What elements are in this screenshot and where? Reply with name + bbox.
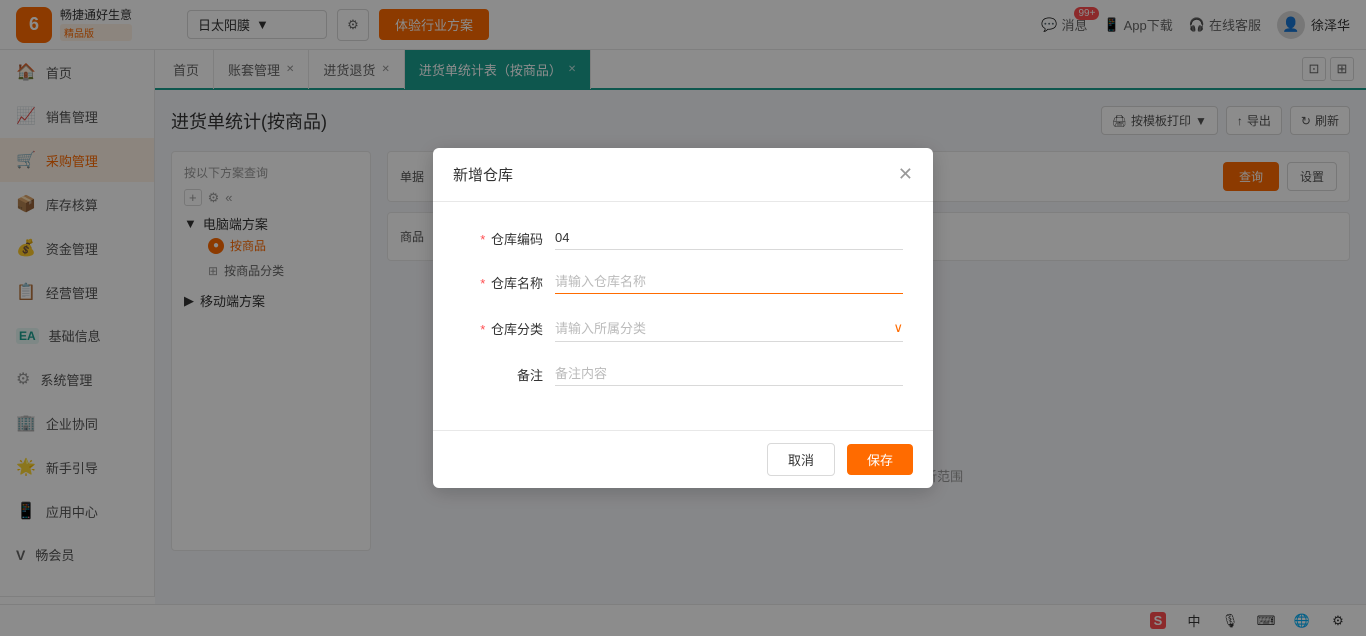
- add-warehouse-modal: 新增仓库 ✕ * 仓库编码 * 仓库名称: [433, 148, 933, 488]
- warehouse-code-row: * 仓库编码: [463, 226, 903, 250]
- warehouse-category-row: * 仓库分类 请输入所属分类 ∨: [463, 314, 903, 342]
- save-button[interactable]: 保存: [847, 444, 913, 475]
- modal-header: 新增仓库 ✕: [433, 148, 933, 202]
- name-label: * 仓库名称: [463, 273, 543, 292]
- warehouse-category-select[interactable]: 请输入所属分类 ∨: [555, 314, 903, 342]
- modal-body: * 仓库编码 * 仓库名称 * 仓库分类 请输入所属: [433, 202, 933, 430]
- remark-label: 备注: [463, 365, 543, 384]
- warehouse-name-input[interactable]: [555, 270, 903, 294]
- category-select-arrow: ∨: [893, 320, 903, 336]
- warehouse-remark-row: 备注: [463, 362, 903, 386]
- category-label: * 仓库分类: [463, 319, 543, 338]
- modal-close-button[interactable]: ✕: [898, 164, 913, 185]
- warehouse-name-row: * 仓库名称: [463, 270, 903, 294]
- code-label: * 仓库编码: [463, 229, 543, 248]
- modal-title: 新增仓库: [453, 164, 513, 185]
- category-placeholder: 请输入所属分类: [555, 318, 646, 337]
- warehouse-code-input[interactable]: [555, 226, 903, 250]
- modal-overlay: 新增仓库 ✕ * 仓库编码 * 仓库名称: [0, 0, 1366, 636]
- modal-footer: 取消 保存: [433, 430, 933, 488]
- cancel-button[interactable]: 取消: [767, 443, 835, 476]
- warehouse-remark-input[interactable]: [555, 362, 903, 386]
